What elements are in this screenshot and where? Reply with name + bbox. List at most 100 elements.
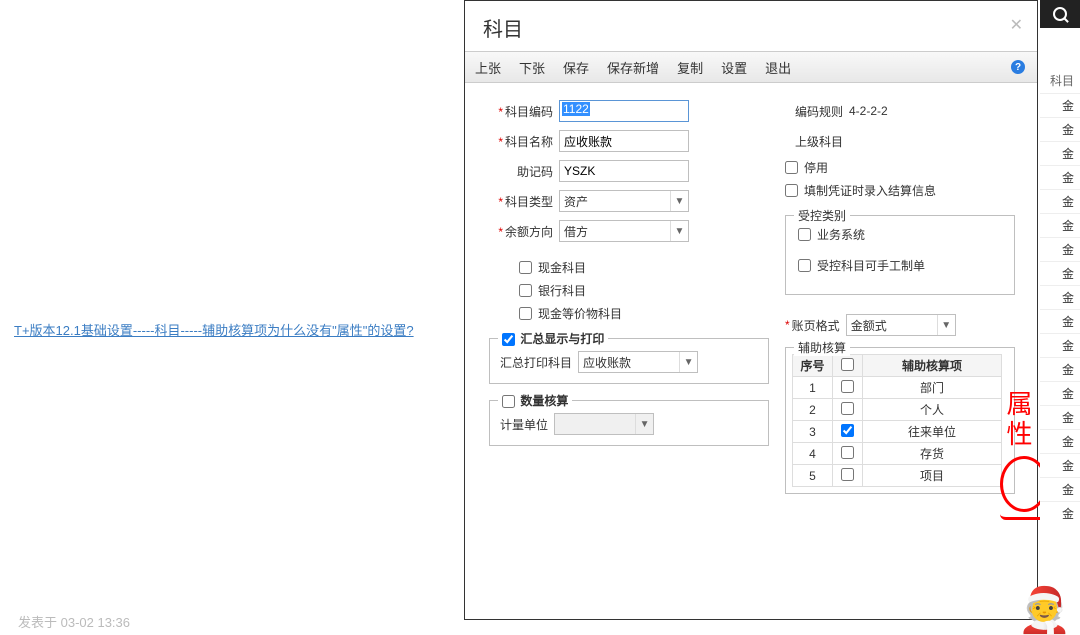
- summary-toggle[interactable]: [502, 333, 515, 346]
- strip-cell: 金: [1040, 381, 1080, 405]
- aux-row-checkbox[interactable]: [841, 468, 854, 481]
- mnemonic-input[interactable]: [559, 160, 689, 182]
- strip-cell: 金: [1040, 309, 1080, 333]
- strip-cell: 金: [1040, 285, 1080, 309]
- code-input[interactable]: 1122: [559, 100, 689, 122]
- dir-label: 余额方向: [505, 225, 553, 239]
- page-format-select[interactable]: 金额式▼: [846, 314, 956, 336]
- aux-item: 个人: [863, 399, 1002, 421]
- aux-seq: 1: [793, 377, 833, 399]
- strip-cell: 金: [1040, 333, 1080, 357]
- tb-prev[interactable]: 上张: [475, 58, 501, 77]
- bank-subject-checkbox[interactable]: [519, 284, 532, 297]
- close-icon[interactable]: ✕: [1010, 15, 1023, 35]
- tb-save[interactable]: 保存: [563, 58, 589, 77]
- unit-select[interactable]: ▼: [554, 413, 654, 435]
- strip-top: [1040, 0, 1080, 28]
- aux-col-seq: 序号: [793, 355, 833, 377]
- tb-next[interactable]: 下张: [519, 58, 545, 77]
- name-label: 科目名称: [505, 135, 553, 149]
- aux-seq: 2: [793, 399, 833, 421]
- question-link[interactable]: T+版本12.1基础设置-----科目-----辅助核算项为什么没有"属性"的设…: [14, 320, 414, 339]
- aux-seq: 4: [793, 443, 833, 465]
- controlled-group: 受控类别 业务系统 受控科目可手工制单: [785, 215, 1015, 295]
- post-time: 发表于 03-02 13:36: [18, 612, 130, 631]
- strip-cell: 金: [1040, 117, 1080, 141]
- aux-row-checkbox[interactable]: [841, 402, 854, 415]
- tb-settings[interactable]: 设置: [721, 58, 747, 77]
- strip-cell: 金: [1040, 357, 1080, 381]
- right-strip: 科目 金金金金金金金金金金金金金金金金金金: [1040, 0, 1080, 633]
- aux-row-checkbox[interactable]: [841, 380, 854, 393]
- summary-label: 汇总打印科目: [500, 354, 572, 371]
- biz-system-label: 业务系统: [817, 226, 865, 243]
- quantity-legend: 数量核算: [520, 394, 568, 408]
- table-row[interactable]: 2 个人: [793, 399, 1002, 421]
- search-icon[interactable]: [1053, 7, 1067, 21]
- toolbar: 上张 下张 保存 保存新增 复制 设置 退出 ?: [465, 51, 1037, 83]
- controlled-legend: 受控类别: [794, 207, 850, 224]
- dialog-body: *科目编码 1122 *科目名称 助记码 *科目类型 资产▼ *余额方向 借方▼…: [465, 83, 1037, 115]
- tb-save-new[interactable]: 保存新增: [607, 58, 659, 77]
- page-format-label: 账页格式: [792, 317, 840, 334]
- strip-cell: 金: [1040, 237, 1080, 261]
- tb-copy[interactable]: 复制: [677, 58, 703, 77]
- cash-equiv-label: 现金等价物科目: [538, 305, 622, 322]
- cash-subject-checkbox[interactable]: [519, 261, 532, 274]
- aux-all-checkbox[interactable]: [841, 358, 854, 371]
- parent-label: 上级科目: [785, 133, 843, 150]
- disable-checkbox[interactable]: [785, 161, 798, 174]
- table-row[interactable]: 3 往来单位: [793, 421, 1002, 443]
- table-row[interactable]: 4存货: [793, 443, 1002, 465]
- type-label: 科目类型: [505, 195, 553, 209]
- aux-table: 序号 辅助核算项 1部门2个人3往来单位4存货5项目: [792, 354, 1002, 487]
- summary-select[interactable]: 应收账款▼: [578, 351, 698, 373]
- chevron-down-icon: ▼: [670, 191, 688, 211]
- manual-voucher-checkbox[interactable]: [798, 259, 811, 272]
- chevron-down-icon: ▼: [670, 221, 688, 241]
- chevron-down-icon: ▼: [635, 414, 653, 434]
- aux-group: 辅助核算 序号 辅助核算项 1部门2个人3往来单位4存货5项目: [785, 347, 1015, 494]
- left-panel: T+版本12.1基础设置-----科目-----辅助核算项为什么没有"属性"的设…: [14, 0, 454, 633]
- aux-item: 项目: [863, 465, 1002, 487]
- strip-cell: 金: [1040, 165, 1080, 189]
- aux-seq: 3: [793, 421, 833, 443]
- aux-row-checkbox[interactable]: [841, 424, 854, 437]
- strip-cell: 金: [1040, 93, 1080, 117]
- summary-legend: 汇总显示与打印: [520, 332, 604, 346]
- strip-cell: 金: [1040, 477, 1080, 501]
- dir-select[interactable]: 借方▼: [559, 220, 689, 242]
- type-select[interactable]: 资产▼: [559, 190, 689, 212]
- strip-cell: 金: [1040, 501, 1080, 525]
- name-input[interactable]: [559, 130, 689, 152]
- form-right: 编码规则4-2-2-2 上级科目 停用 填制凭证时录入结算信息 受控类别 业务系…: [785, 99, 1015, 494]
- aux-seq: 5: [793, 465, 833, 487]
- aux-row-checkbox[interactable]: [841, 446, 854, 459]
- strip-cell: 金: [1040, 141, 1080, 165]
- strip-cell: 金: [1040, 453, 1080, 477]
- strip-cell: 金: [1040, 189, 1080, 213]
- strip-cell: 金: [1040, 213, 1080, 237]
- biz-system-checkbox[interactable]: [798, 228, 811, 241]
- table-row[interactable]: 1 部门: [793, 377, 1002, 399]
- voucher-checkbox[interactable]: [785, 184, 798, 197]
- voucher-label: 填制凭证时录入结算信息: [804, 182, 936, 199]
- rule-value: 4-2-2-2: [849, 104, 888, 118]
- mascot-icon[interactable]: 🧑‍🎄: [1017, 589, 1072, 633]
- disable-label: 停用: [804, 159, 828, 176]
- table-row[interactable]: 5 项目: [793, 465, 1002, 487]
- strip-cell: 金: [1040, 261, 1080, 285]
- manual-voucher-label: 受控科目可手工制单: [817, 257, 925, 274]
- help-icon[interactable]: ?: [1011, 60, 1025, 74]
- code-label: 科目编码: [505, 105, 553, 119]
- aux-item: 部门: [863, 377, 1002, 399]
- form-left: *科目编码 1122 *科目名称 助记码 *科目类型 资产▼ *余额方向 借方▼…: [489, 99, 769, 446]
- dialog-title: 科目 ✕: [465, 1, 1037, 51]
- summary-group: 汇总显示与打印 汇总打印科目 应收账款▼: [489, 338, 769, 384]
- cash-equiv-checkbox[interactable]: [519, 307, 532, 320]
- aux-legend: 辅助核算: [794, 339, 850, 356]
- dialog-title-text: 科目: [483, 19, 523, 41]
- aux-item: 往来单位: [863, 421, 1002, 443]
- quantity-toggle[interactable]: [502, 395, 515, 408]
- tb-exit[interactable]: 退出: [765, 58, 791, 77]
